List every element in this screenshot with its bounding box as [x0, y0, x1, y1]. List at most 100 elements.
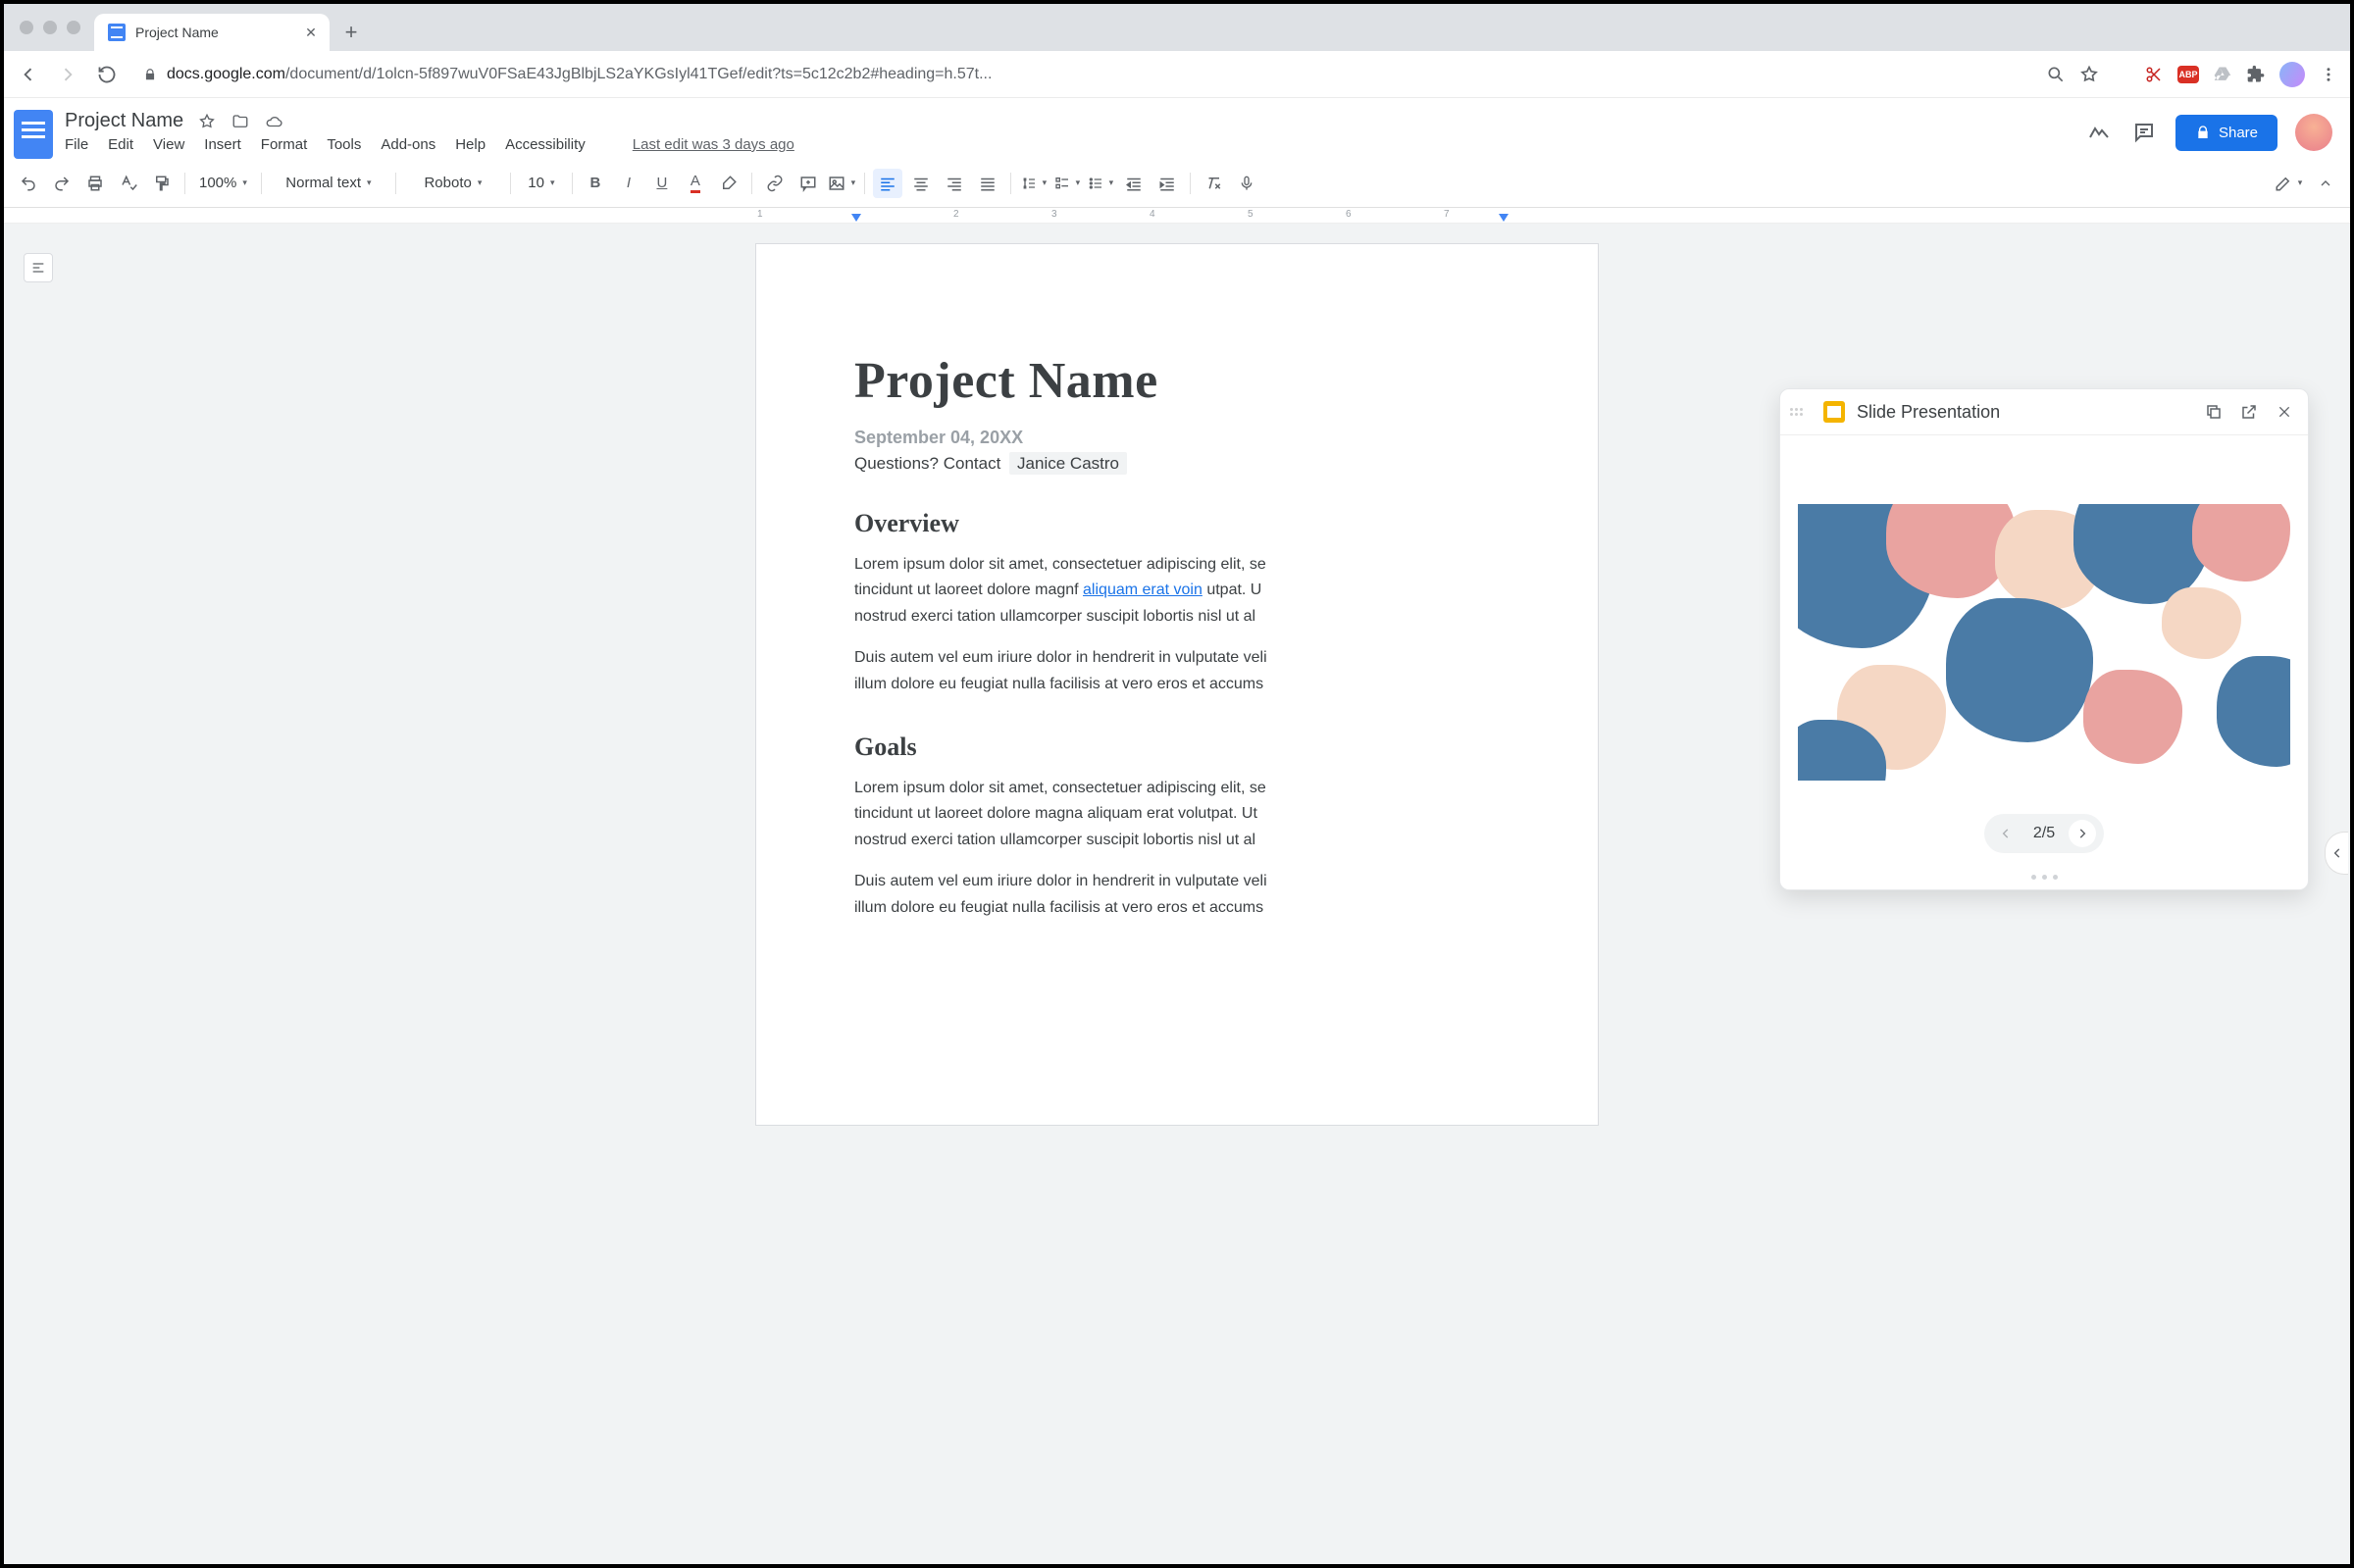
window-zoom-dot[interactable] [67, 21, 80, 34]
window-controls [16, 4, 88, 51]
undo-button[interactable] [14, 169, 43, 198]
highlight-button[interactable] [714, 169, 743, 198]
abp-extension-icon[interactable]: ABP [2177, 66, 2199, 83]
drive-extension-icon[interactable] [2213, 65, 2232, 84]
insert-comment-button[interactable] [793, 169, 823, 198]
menu-file[interactable]: File [65, 134, 88, 155]
zoom-dropdown[interactable]: 100% [193, 169, 253, 198]
slide-counter: 2/5 [2033, 825, 2055, 842]
next-slide-button[interactable] [2069, 820, 2096, 847]
editing-mode-button[interactable] [2274, 169, 2303, 198]
browser-tab[interactable]: Project Name ✕ [94, 14, 330, 51]
align-left-button[interactable] [873, 169, 902, 198]
italic-button[interactable]: I [614, 169, 643, 198]
font-size-dropdown[interactable]: 10 [519, 169, 564, 198]
reload-button[interactable] [94, 62, 120, 87]
close-preview-button[interactable] [2275, 402, 2294, 422]
voice-typing-button[interactable] [1232, 169, 1261, 198]
paint-format-button[interactable] [147, 169, 177, 198]
profile-avatar-icon[interactable] [2279, 62, 2305, 87]
lock-icon [2195, 125, 2211, 140]
expand-side-panel-button[interactable] [2325, 832, 2348, 875]
comments-icon[interactable] [2130, 119, 2158, 146]
insert-link-button[interactable] [760, 169, 790, 198]
open-external-button[interactable] [2239, 402, 2259, 422]
insert-image-button[interactable] [827, 169, 856, 198]
align-center-button[interactable] [906, 169, 936, 198]
bullet-list-button[interactable] [1086, 169, 1115, 198]
checklist-button[interactable] [1052, 169, 1082, 198]
document-page[interactable]: Project Name September 04, 20XX Question… [755, 243, 1599, 1126]
line-spacing-button[interactable] [1019, 169, 1049, 198]
omnibox[interactable]: docs.google.com/document/d/1olcn-5f897wu… [133, 58, 2032, 91]
spellcheck-button[interactable] [114, 169, 143, 198]
menu-edit[interactable]: Edit [108, 134, 133, 155]
contact-chip[interactable]: Janice Castro [1009, 452, 1127, 475]
copy-link-button[interactable] [2204, 402, 2224, 422]
tab-close-button[interactable]: ✕ [302, 24, 320, 41]
docs-favicon-icon [108, 24, 126, 41]
contact-line: Questions? Contact Janice Castro [854, 454, 1500, 474]
inline-link[interactable]: aliquam erat voin [1083, 582, 1203, 598]
window-close-dot[interactable] [20, 21, 33, 34]
show-outline-button[interactable] [24, 253, 53, 282]
redo-button[interactable] [47, 169, 77, 198]
slide-thumbnail[interactable] [1798, 504, 2290, 781]
bold-button[interactable]: B [581, 169, 610, 198]
scissors-icon[interactable] [2144, 65, 2164, 84]
account-avatar-icon[interactable] [2295, 114, 2332, 151]
menu-format[interactable]: Format [261, 134, 308, 155]
print-button[interactable] [80, 169, 110, 198]
align-justify-button[interactable] [973, 169, 1002, 198]
find-in-page-icon[interactable] [2046, 65, 2066, 84]
address-bar: docs.google.com/document/d/1olcn-5f897wu… [4, 51, 2350, 98]
font-dropdown[interactable]: Roboto [404, 169, 502, 198]
chrome-menu-icon[interactable] [2319, 65, 2338, 84]
activity-icon[interactable] [2085, 119, 2113, 146]
paragraph-style-dropdown[interactable]: Normal text [270, 169, 387, 198]
google-docs-logo-icon[interactable] [14, 110, 53, 159]
menu-view[interactable]: View [153, 134, 184, 155]
text-color-button[interactable]: A [681, 169, 710, 198]
move-folder-icon[interactable] [230, 112, 250, 131]
new-tab-button[interactable]: + [335, 17, 367, 48]
clear-formatting-button[interactable] [1199, 169, 1228, 198]
ruler-tick: 2 [953, 209, 959, 220]
extensions-puzzle-icon[interactable] [2246, 65, 2266, 84]
ruler[interactable]: 1 2 3 4 5 6 7 [4, 208, 2350, 224]
workspace: Project Name September 04, 20XX Question… [4, 224, 2350, 1564]
star-icon[interactable] [197, 112, 217, 131]
slides-app-icon [1823, 401, 1845, 423]
overview-paragraph-2: Duis autem vel eum iriure dolor in hendr… [854, 645, 1500, 697]
share-button[interactable]: Share [2175, 115, 2277, 151]
menu-insert[interactable]: Insert [204, 134, 241, 155]
underline-button[interactable]: U [647, 169, 677, 198]
menu-accessibility[interactable]: Accessibility [505, 134, 586, 155]
document-title[interactable]: Project Name [65, 110, 183, 132]
menu-help[interactable]: Help [455, 134, 486, 155]
bookmark-star-icon[interactable] [2079, 65, 2099, 84]
menu-addons[interactable]: Add-ons [381, 134, 435, 155]
prev-slide-button[interactable] [1992, 820, 2020, 847]
align-right-button[interactable] [940, 169, 969, 198]
decrease-indent-button[interactable] [1119, 169, 1149, 198]
app-header: Project Name File Edit View Insert Forma… [4, 98, 2350, 159]
overview-paragraph-1: Lorem ipsum dolor sit amet, consectetuer… [854, 552, 1500, 630]
cloud-status-icon[interactable] [264, 112, 283, 131]
ruler-tick: 4 [1150, 209, 1155, 220]
increase-indent-button[interactable] [1152, 169, 1182, 198]
back-button[interactable] [16, 62, 41, 87]
ruler-tick: 3 [1051, 209, 1057, 220]
collapse-toolbar-button[interactable] [2311, 169, 2340, 198]
forward-button[interactable] [55, 62, 80, 87]
last-edit-info[interactable]: Last edit was 3 days ago [633, 134, 794, 155]
preview-overflow-icon[interactable] [1780, 869, 2308, 889]
preview-title: Slide Presentation [1857, 402, 2192, 423]
tab-title: Project Name [135, 25, 219, 40]
right-indent-marker-icon[interactable] [1499, 214, 1509, 222]
ruler-tick: 5 [1248, 209, 1254, 220]
window-minimize-dot[interactable] [43, 21, 57, 34]
menu-tools[interactable]: Tools [327, 134, 361, 155]
left-indent-marker-icon[interactable] [851, 214, 861, 222]
drag-handle-icon[interactable] [1784, 402, 1812, 422]
